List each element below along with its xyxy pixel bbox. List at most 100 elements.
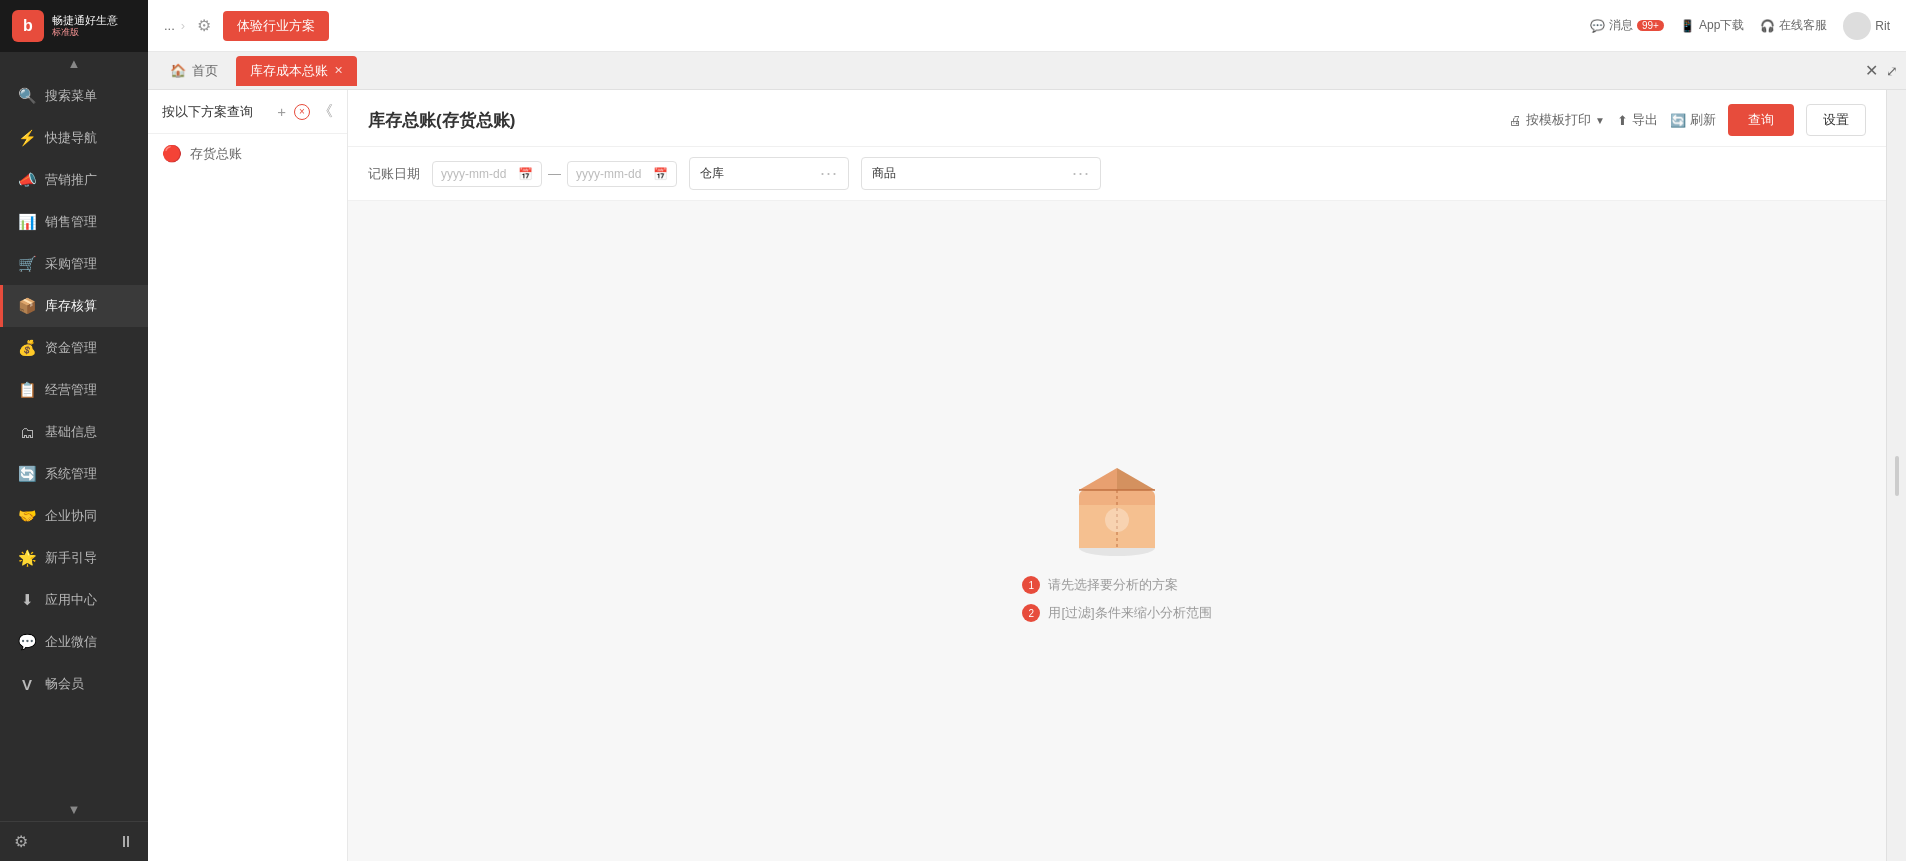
refresh-button[interactable]: 🔄 刷新	[1670, 111, 1716, 129]
empty-text: 1 请先选择要分析的方案 2 用[过滤]条件来缩小分析范围	[1022, 576, 1211, 622]
hint-1-text: 请先选择要分析的方案	[1048, 576, 1178, 594]
online-service-button[interactable]: 🎧 在线客服	[1760, 17, 1827, 34]
sidebar-nav: 🔍 搜索菜单 ⚡ 快捷导航 📣 营销推广 📊 销售管理 🛒 采购管理 📦 库存核…	[0, 75, 148, 798]
inventory-ledger-icon: 🔴	[162, 144, 182, 163]
sidebar-item-label: 营销推广	[45, 171, 97, 189]
scroll-down-button[interactable]: ▼	[0, 798, 148, 821]
tab-close-button[interactable]: ✕	[334, 64, 343, 77]
home-icon: 🏠	[170, 63, 186, 78]
calendar-end-icon[interactable]: 📅	[653, 167, 668, 181]
print-icon: 🖨	[1509, 113, 1522, 128]
purchase-icon: 🛒	[17, 255, 37, 273]
user-avatar[interactable]: Rit	[1843, 12, 1890, 40]
tab-inventory-cost[interactable]: 库存成本总账 ✕	[236, 56, 357, 86]
filter-item-inventory-ledger[interactable]: 🔴 存货总账	[148, 134, 347, 173]
print-button[interactable]: 🖨 按模板打印 ▼	[1509, 111, 1605, 129]
sidebar-item-label: 企业协同	[45, 507, 97, 525]
filter-delete-button[interactable]: ×	[294, 104, 310, 120]
empty-state: 1 请先选择要分析的方案 2 用[过滤]条件来缩小分析范围	[348, 201, 1886, 861]
business-icon: 📋	[17, 381, 37, 399]
export-button[interactable]: ⬆ 导出	[1617, 111, 1658, 129]
wechat-icon: 💬	[17, 633, 37, 651]
breadcrumb-divider: ›	[181, 18, 185, 33]
sidebar-item-apps[interactable]: ⬇ 应用中心	[0, 579, 148, 621]
main-content: ... › ⚙ 体验行业方案 💬 消息 99+ 📱 App下载 🎧 在线客服 R…	[148, 0, 1906, 861]
date-separator: —	[548, 166, 561, 181]
step-2-badge: 2	[1022, 604, 1040, 622]
sidebar-item-label: 经营管理	[45, 381, 97, 399]
date-end-placeholder: yyyy-mm-dd	[576, 167, 641, 181]
sidebar-item-wechat[interactable]: 💬 企业微信	[0, 621, 148, 663]
tab-inventory-cost-label: 库存成本总账	[250, 62, 328, 80]
close-panel-icon[interactable]: ✕	[1865, 61, 1878, 80]
phone-icon: 📱	[1680, 19, 1695, 33]
svg-point-7	[1105, 508, 1129, 532]
avatar-image	[1843, 12, 1871, 40]
date-label: 记账日期	[368, 165, 420, 183]
sidebar-item-purchase[interactable]: 🛒 采购管理	[0, 243, 148, 285]
sidebar-item-quick-nav[interactable]: ⚡ 快捷导航	[0, 117, 148, 159]
app-download-button[interactable]: 📱 App下载	[1680, 17, 1744, 34]
filter-header: 按以下方案查询 + × 《	[148, 90, 347, 134]
sidebar-item-marketing[interactable]: 📣 营销推广	[0, 159, 148, 201]
sidebar-item-guide[interactable]: 🌟 新手引导	[0, 537, 148, 579]
filter-actions: + × 《	[277, 102, 333, 121]
filter-add-button[interactable]: +	[277, 103, 286, 120]
more-dots-warehouse[interactable]: ···	[820, 163, 838, 184]
message-icon: 💬	[1590, 19, 1605, 33]
sidebar-item-inventory[interactable]: 📦 库存核算	[0, 285, 148, 327]
sidebar-item-basic[interactable]: 🗂 基础信息	[0, 411, 148, 453]
tab-home-label: 首页	[192, 62, 218, 80]
sidebar-item-label: 畅会员	[45, 675, 84, 693]
right-panel-handle[interactable]	[1886, 90, 1906, 861]
date-start-placeholder: yyyy-mm-dd	[441, 167, 506, 181]
topbar-settings-icon[interactable]: ⚙	[197, 16, 211, 35]
scroll-up-button[interactable]: ▲	[0, 52, 148, 75]
filter-sidebar: 按以下方案查询 + × 《 🔴 存货总账	[148, 90, 348, 861]
sidebar-item-cooperation[interactable]: 🤝 企业协同	[0, 495, 148, 537]
page-content: 按以下方案查询 + × 《 🔴 存货总账 库存总账(存货总账)	[148, 90, 1906, 861]
calendar-start-icon[interactable]: 📅	[518, 167, 533, 181]
filter-row: 记账日期 yyyy-mm-dd 📅 — yyyy-mm-dd 📅 仓库 ···	[348, 147, 1886, 201]
empty-illustration	[1057, 440, 1177, 560]
tab-home[interactable]: 🏠 首页	[156, 56, 232, 86]
sidebar-item-label: 采购管理	[45, 255, 97, 273]
sidebar-item-system[interactable]: 🔄 系统管理	[0, 453, 148, 495]
print-dropdown-icon[interactable]: ▼	[1595, 115, 1605, 126]
sidebar-item-finance[interactable]: 💰 资金管理	[0, 327, 148, 369]
inventory-icon: 📦	[17, 297, 37, 315]
date-range-group: yyyy-mm-dd 📅 — yyyy-mm-dd 📅	[432, 161, 677, 187]
logo-icon: b	[12, 10, 44, 42]
page-actions: 🖨 按模板打印 ▼ ⬆ 导出 🔄 刷新 查询 设置	[1509, 104, 1866, 136]
sidebar-item-label: 搜索菜单	[45, 87, 97, 105]
page-header: 库存总账(存货总账) 🖨 按模板打印 ▼ ⬆ 导出 🔄	[348, 90, 1886, 147]
goods-select[interactable]: 商品 ···	[861, 157, 1101, 190]
sidebar-item-label: 基础信息	[45, 423, 97, 441]
expand-icon[interactable]: ⤢	[1886, 63, 1898, 79]
topbar: ... › ⚙ 体验行业方案 💬 消息 99+ 📱 App下载 🎧 在线客服 R…	[148, 0, 1906, 52]
member-icon: V	[17, 676, 37, 693]
toggle-sidebar-button[interactable]: ⏸	[118, 833, 134, 851]
marketing-icon: 📣	[17, 171, 37, 189]
sidebar-item-sales[interactable]: 📊 销售管理	[0, 201, 148, 243]
filter-title: 按以下方案查询	[162, 103, 253, 121]
date-end-input[interactable]: yyyy-mm-dd 📅	[567, 161, 677, 187]
logo-text: 畅捷通好生意 标准版	[52, 13, 118, 39]
warehouse-select[interactable]: 仓库 ···	[689, 157, 849, 190]
more-dots-goods[interactable]: ···	[1072, 163, 1090, 184]
query-button[interactable]: 查询	[1728, 104, 1794, 136]
settings-button[interactable]: ⚙	[14, 832, 28, 851]
industry-btn[interactable]: 体验行业方案	[223, 11, 329, 41]
messages-button[interactable]: 💬 消息 99+	[1590, 17, 1664, 34]
date-start-input[interactable]: yyyy-mm-dd 📅	[432, 161, 542, 187]
settings-button-main[interactable]: 设置	[1806, 104, 1866, 136]
panel-drag-handle	[1895, 456, 1899, 496]
page-title-row: 库存总账(存货总账) 🖨 按模板打印 ▼ ⬆ 导出 🔄	[368, 104, 1866, 136]
sidebar-item-member[interactable]: V 畅会员	[0, 663, 148, 705]
main-area: 库存总账(存货总账) 🖨 按模板打印 ▼ ⬆ 导出 🔄	[348, 90, 1886, 861]
svg-marker-4	[1117, 468, 1155, 490]
sidebar-item-business[interactable]: 📋 经营管理	[0, 369, 148, 411]
filter-collapse-button[interactable]: 《	[318, 102, 333, 121]
username: Rit	[1875, 19, 1890, 33]
sidebar-item-search[interactable]: 🔍 搜索菜单	[0, 75, 148, 117]
